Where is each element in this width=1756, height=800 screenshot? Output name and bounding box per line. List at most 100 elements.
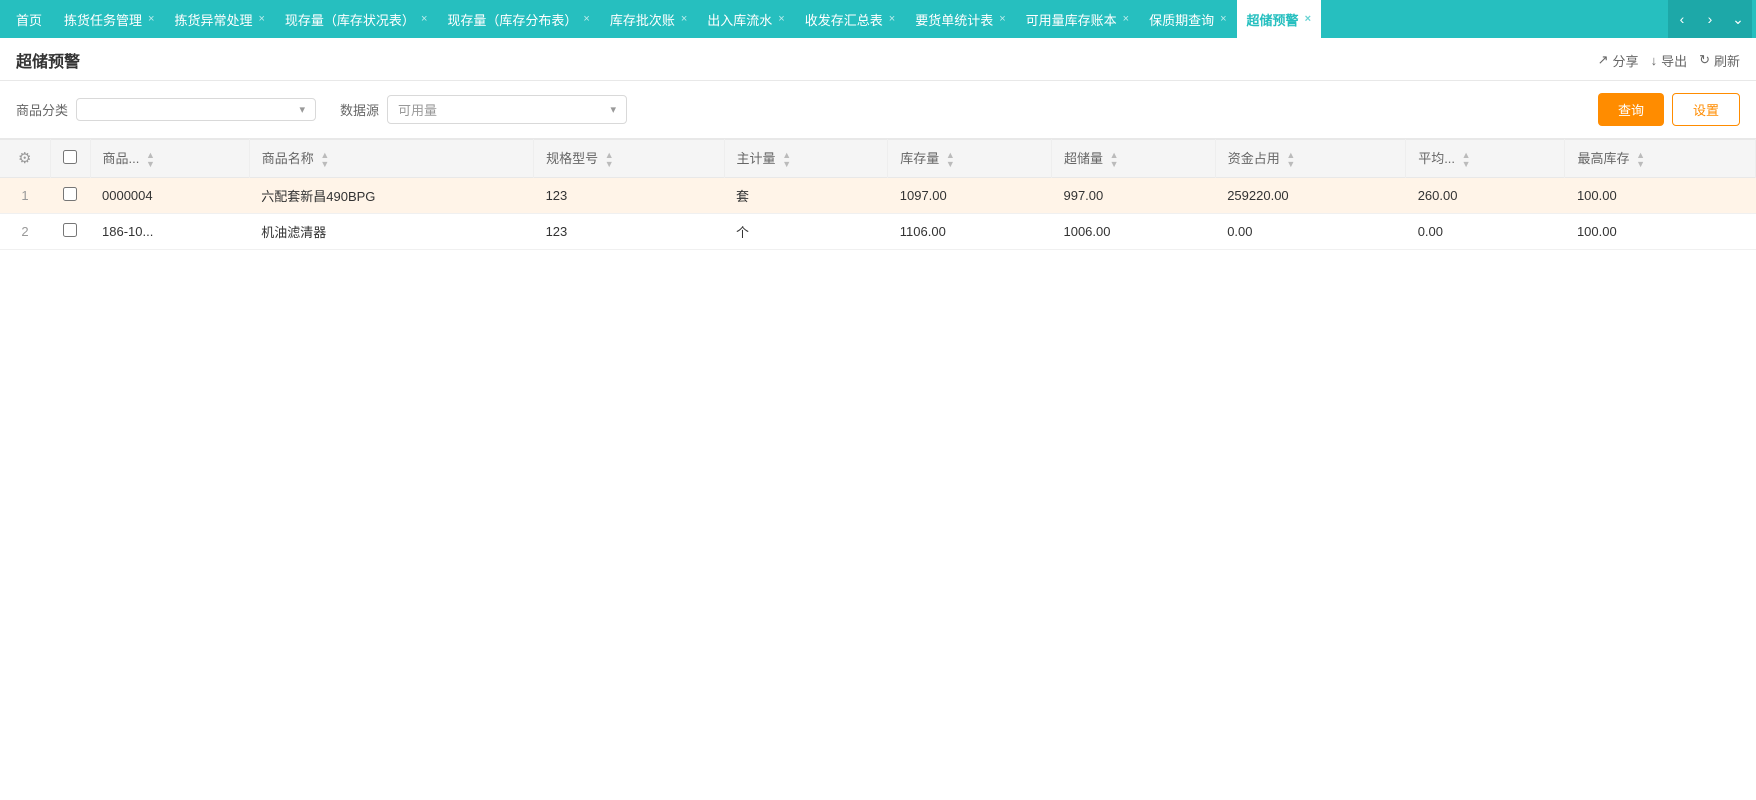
nav-tab-3[interactable]: 现存量（库存分布表） × — [437, 0, 599, 38]
refresh-button[interactable]: ↻ 刷新 — [1699, 51, 1740, 70]
nav-home[interactable]: 首页 — [4, 10, 54, 29]
col-header-avg-price[interactable]: 平均... ▲▼ — [1406, 140, 1565, 178]
datasource-chevron-icon: ▾ — [611, 103, 617, 116]
table-row: 2 186-10... 机油滤清器 123 个 1106.00 1006.00 … — [0, 213, 1756, 249]
page-title: 超储预警 — [16, 48, 80, 72]
top-nav: 首页 拣货任务管理 × 拣货异常处理 × 现存量（库存状况表） × 现存量（库存… — [0, 0, 1756, 38]
refresh-icon: ↻ — [1699, 52, 1710, 68]
close-tab-10-icon[interactable]: × — [1305, 13, 1311, 25]
close-tab-9-icon[interactable]: × — [1220, 13, 1226, 25]
nav-prev-button[interactable]: ‹ — [1668, 0, 1696, 38]
col-header-max-stock[interactable]: 最高库存 ▲▼ — [1565, 140, 1756, 178]
sort-spec-icon: ▲▼ — [605, 151, 614, 169]
col-header-settings: ⚙ — [0, 140, 50, 178]
row-max-stock: 100.00 — [1565, 213, 1756, 249]
sort-product-name-icon: ▲▼ — [320, 151, 329, 169]
col-header-spec[interactable]: 规格型号 ▲▼ — [534, 140, 724, 178]
nav-tab-7[interactable]: 要货单统计表 × — [905, 0, 1015, 38]
header-actions: ↗ 分享 ↓ 导出 ↻ 刷新 — [1598, 51, 1740, 70]
col-header-over-stock[interactable]: 超储量 ▲▼ — [1051, 140, 1215, 178]
category-select[interactable]: ▾ — [76, 98, 316, 121]
nav-tab-9[interactable]: 保质期查询 × — [1139, 0, 1236, 38]
datasource-label: 数据源 — [340, 100, 379, 119]
nav-tab-8[interactable]: 可用量库存账本 × — [1016, 0, 1139, 38]
row-stock: 1106.00 — [888, 213, 1052, 249]
close-tab-1-icon[interactable]: × — [258, 13, 264, 25]
row-avg-price: 260.00 — [1406, 177, 1565, 213]
category-label: 商品分类 — [16, 100, 68, 119]
export-button[interactable]: ↓ 导出 — [1651, 51, 1688, 70]
filter-actions: 查询 设置 — [1598, 93, 1740, 126]
row-spec: 123 — [534, 177, 724, 213]
close-tab-6-icon[interactable]: × — [889, 13, 895, 25]
row-product-name: 六配套新昌490BPG — [249, 177, 533, 213]
datasource-filter: 数据源 可用量 ▾ — [340, 95, 627, 124]
row-product-code: 0000004 — [90, 177, 249, 213]
nav-tab-6[interactable]: 收发存汇总表 × — [795, 0, 905, 38]
nav-menu-button[interactable]: ⌄ — [1724, 0, 1752, 38]
row-checkbox-1[interactable] — [63, 223, 77, 237]
col-header-stock[interactable]: 库存量 ▲▼ — [888, 140, 1052, 178]
sort-stock-icon: ▲▼ — [946, 151, 955, 169]
col-header-unit[interactable]: 主计量 ▲▼ — [724, 140, 888, 178]
row-checkbox-cell — [50, 213, 90, 249]
data-table: ⚙ 商品... ▲▼ 商品名称 ▲▼ 规格型号 ▲▼ — [0, 139, 1756, 250]
main-content: 超储预警 ↗ 分享 ↓ 导出 ↻ 刷新 商品分类 ▾ 数据源 — [0, 38, 1756, 800]
sort-product-code-icon: ▲▼ — [146, 151, 155, 169]
nav-arrows: ‹ › ⌄ — [1668, 0, 1752, 38]
settings-button[interactable]: 设置 — [1672, 93, 1740, 126]
nav-tab-5[interactable]: 出入库流水 × — [697, 0, 794, 38]
share-icon: ↗ — [1598, 52, 1609, 68]
sort-capital-icon: ▲▼ — [1286, 151, 1295, 169]
nav-tab-1[interactable]: 拣货异常处理 × — [164, 0, 274, 38]
sort-over-stock-icon: ▲▼ — [1110, 151, 1119, 169]
close-tab-4-icon[interactable]: × — [681, 13, 687, 25]
sort-unit-icon: ▲▼ — [782, 151, 791, 169]
row-index: 2 — [0, 213, 50, 249]
row-capital: 259220.00 — [1215, 177, 1405, 213]
table-header-row: ⚙ 商品... ▲▼ 商品名称 ▲▼ 规格型号 ▲▼ — [0, 140, 1756, 178]
row-stock: 1097.00 — [888, 177, 1052, 213]
col-header-checkbox — [50, 140, 90, 178]
table-body: 1 0000004 六配套新昌490BPG 123 套 1097.00 997.… — [0, 177, 1756, 249]
row-over-stock: 1006.00 — [1051, 213, 1215, 249]
close-tab-3-icon[interactable]: × — [583, 13, 589, 25]
share-button[interactable]: ↗ 分享 — [1598, 51, 1639, 70]
datasource-select-value: 可用量 — [398, 100, 604, 119]
row-avg-price: 0.00 — [1406, 213, 1565, 249]
nav-tab-0[interactable]: 拣货任务管理 × — [54, 0, 164, 38]
sort-avg-price-icon: ▲▼ — [1462, 151, 1471, 169]
close-tab-7-icon[interactable]: × — [999, 13, 1005, 25]
page-header: 超储预警 ↗ 分享 ↓ 导出 ↻ 刷新 — [0, 38, 1756, 81]
row-checkbox-0[interactable] — [63, 187, 77, 201]
col-header-product-code[interactable]: 商品... ▲▼ — [90, 140, 249, 178]
row-max-stock: 100.00 — [1565, 177, 1756, 213]
close-tab-0-icon[interactable]: × — [148, 13, 154, 25]
export-icon: ↓ — [1651, 53, 1658, 68]
nav-next-button[interactable]: › — [1696, 0, 1724, 38]
close-tab-2-icon[interactable]: × — [421, 13, 427, 25]
nav-tab-10[interactable]: 超储预警 × — [1237, 0, 1321, 38]
select-all-checkbox[interactable] — [63, 150, 77, 164]
table-container: ⚙ 商品... ▲▼ 商品名称 ▲▼ 规格型号 ▲▼ — [0, 139, 1756, 250]
category-filter: 商品分类 ▾ — [16, 98, 316, 121]
nav-tab-4[interactable]: 库存批次账 × — [600, 0, 697, 38]
nav-tab-2[interactable]: 现存量（库存状况表） × — [275, 0, 437, 38]
table-settings-icon[interactable]: ⚙ — [18, 150, 31, 167]
sort-max-stock-icon: ▲▼ — [1636, 151, 1645, 169]
row-over-stock: 997.00 — [1051, 177, 1215, 213]
category-chevron-icon: ▾ — [299, 103, 305, 116]
col-header-capital[interactable]: 资金占用 ▲▼ — [1215, 140, 1405, 178]
row-product-name: 机油滤清器 — [249, 213, 533, 249]
row-index: 1 — [0, 177, 50, 213]
filter-bar: 商品分类 ▾ 数据源 可用量 ▾ 查询 设置 — [0, 81, 1756, 139]
col-header-product-name[interactable]: 商品名称 ▲▼ — [249, 140, 533, 178]
row-unit: 个 — [724, 213, 888, 249]
row-product-code: 186-10... — [90, 213, 249, 249]
row-unit: 套 — [724, 177, 888, 213]
table-row: 1 0000004 六配套新昌490BPG 123 套 1097.00 997.… — [0, 177, 1756, 213]
close-tab-8-icon[interactable]: × — [1123, 13, 1129, 25]
close-tab-5-icon[interactable]: × — [778, 13, 784, 25]
query-button[interactable]: 查询 — [1598, 93, 1664, 126]
datasource-select[interactable]: 可用量 ▾ — [387, 95, 627, 124]
